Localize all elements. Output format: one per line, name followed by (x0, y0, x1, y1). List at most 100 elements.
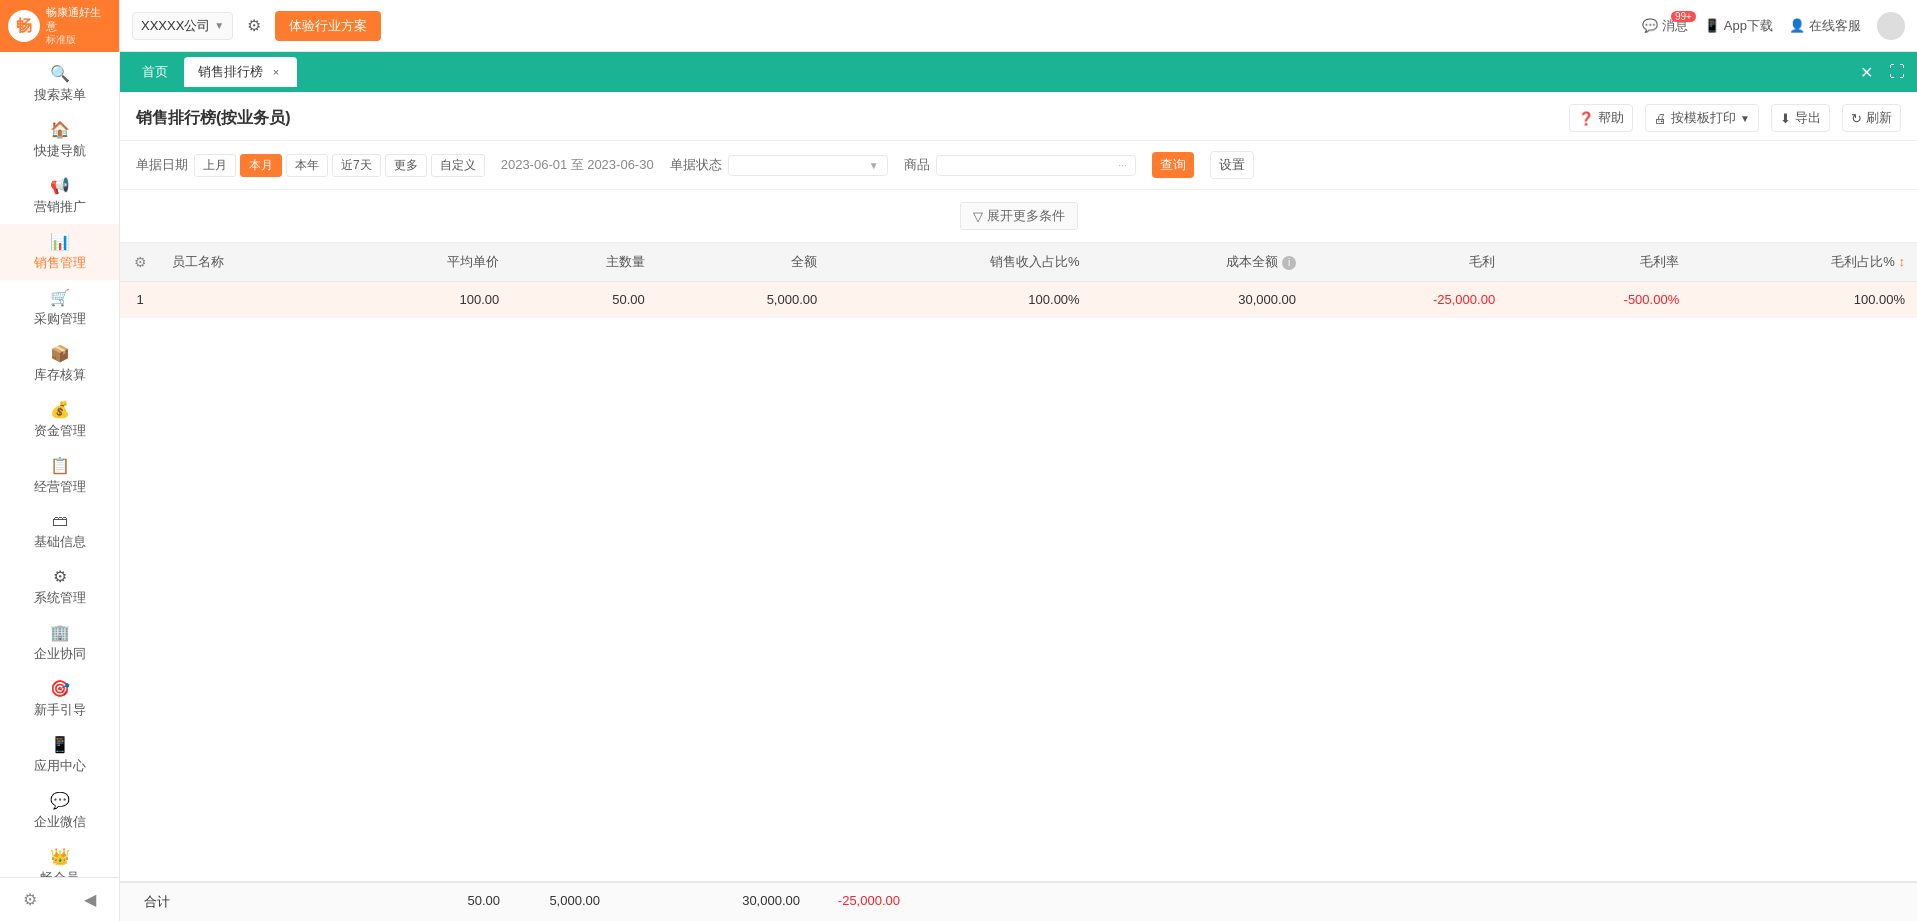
sidebar-collapse-button[interactable]: ◀ (76, 886, 104, 913)
online-service-button[interactable]: 👤 在线客服 (1789, 17, 1861, 35)
status-filter-item: 单据状态 ▼ (670, 155, 888, 176)
table-settings-icon[interactable]: ⚙ (134, 254, 147, 270)
footer-label: 合计 (132, 893, 312, 911)
sidebar-item-label: 库存核算 (34, 366, 86, 384)
finance-icon: 💰 (50, 400, 70, 419)
expand-conditions-row: ▽ 展开更多条件 (120, 190, 1917, 243)
date-range-display: 2023-06-01 至 2023-06-30 (501, 156, 654, 174)
enterprise-icon: 🏢 (50, 623, 70, 642)
refresh-label: 刷新 (1866, 109, 1892, 127)
export-button[interactable]: ⬇ 导出 (1771, 104, 1830, 132)
company-selector[interactable]: XXXXX公司 ▼ (132, 12, 233, 40)
main-area: XXXXX公司 ▼ ⚙ 体验行业方案 💬 消息 99+ 📱 App下载 👤 在线… (120, 0, 1917, 921)
sidebar-item-app-center[interactable]: 📱 应用中心 (0, 727, 119, 783)
goods-select[interactable]: ··· (936, 155, 1136, 176)
settings-icon[interactable]: ⚙ (241, 12, 267, 39)
avatar[interactable] (1877, 12, 1905, 40)
sidebar-item-operations[interactable]: 📋 经营管理 (0, 448, 119, 504)
sidebar-item-purchase[interactable]: 🛒 采购管理 (0, 280, 119, 336)
template-print-button[interactable]: 🖨 按模板打印 ▼ (1645, 104, 1759, 132)
sidebar-menu: 🔍 搜索菜单 🏠 快捷导航 📢 营销推广 📊 销售管理 🛒 采购管理 📦 库存核… (0, 52, 119, 877)
gross-pct-sort-icon[interactable]: ↕ (1899, 254, 1906, 269)
status-select-arrow-icon: ▼ (869, 160, 879, 171)
last7-btn[interactable]: 近7天 (332, 154, 381, 177)
sidebar-item-search[interactable]: 🔍 搜索菜单 (0, 56, 119, 112)
sidebar-item-label: 搜索菜单 (34, 86, 86, 104)
row-sales-pct: 100.00% (829, 282, 1091, 318)
chevron-down-icon: ▼ (214, 20, 224, 31)
sales-icon: 📊 (50, 232, 70, 251)
sidebar-item-sales[interactable]: 📊 销售管理 (0, 224, 119, 280)
page-actions: ❓ 帮助 🖨 按模板打印 ▼ ⬇ 导出 ↻ 刷新 (1569, 104, 1901, 132)
row-name (160, 282, 336, 318)
sidebar-item-basic[interactable]: 🗃 基础信息 (0, 504, 119, 559)
sidebar-item-label: 快捷导航 (34, 142, 86, 160)
sidebar-bottom: ⚙ ◀ (0, 877, 119, 921)
query-button[interactable]: 查询 (1152, 152, 1194, 178)
page: 销售排行榜(按业务员) ❓ 帮助 🖨 按模板打印 ▼ ⬇ 导出 (120, 92, 1917, 921)
last-month-btn[interactable]: 上月 (194, 154, 236, 177)
logo-icon: 畅 (8, 10, 40, 42)
sidebar-item-label: 基础信息 (34, 533, 86, 551)
date-filter-item: 单据日期 上月 本月 本年 近7天 更多 自定义 (136, 154, 485, 177)
sidebar-item-enterprise[interactable]: 🏢 企业协同 (0, 615, 119, 671)
help-button[interactable]: ❓ 帮助 (1569, 104, 1633, 132)
app-download-button[interactable]: 📱 App下载 (1704, 17, 1773, 35)
member-icon: 👑 (50, 847, 70, 866)
guide-icon: 🎯 (50, 679, 70, 698)
row-cost-total: 30,000.00 (1092, 282, 1308, 318)
tab-close-window-icon[interactable]: ✕ (1856, 59, 1877, 86)
this-year-btn[interactable]: 本年 (286, 154, 328, 177)
th-gross-pct: 毛利占比% ↕ (1691, 243, 1917, 282)
th-cost-total: 成本全额 i (1092, 243, 1308, 282)
footer-sales-pct (612, 893, 712, 911)
tab-close-icon[interactable]: × (269, 65, 283, 79)
status-select[interactable]: ▼ (728, 155, 888, 176)
sidebar-item-finance[interactable]: 💰 资金管理 (0, 392, 119, 448)
more-date-btn[interactable]: 更多 (385, 154, 427, 177)
expand-arrow-icon: ▽ (973, 209, 983, 224)
this-month-btn[interactable]: 本月 (240, 154, 282, 177)
sidebar-item-member[interactable]: 👑 畅会员 (0, 839, 119, 877)
online-service-label: 在线客服 (1809, 17, 1861, 35)
goods-filter-item: 商品 ··· (904, 155, 1136, 176)
th-settings: ⚙ (120, 243, 160, 282)
th-total: 全额 (657, 243, 829, 282)
sidebar-logo: 畅 畅康通好生意 标准版 (0, 0, 119, 52)
sidebar-item-wechat[interactable]: 💬 企业微信 (0, 783, 119, 839)
page-title: 销售排行榜(按业务员) (136, 108, 291, 129)
topbar-right: 💬 消息 99+ 📱 App下载 👤 在线客服 (1642, 12, 1905, 40)
footer-gross-pct (1012, 893, 1112, 911)
settings-button[interactable]: 设置 (1210, 151, 1254, 179)
sidebar-item-label: 新手引导 (34, 701, 86, 719)
sidebar-item-system[interactable]: ⚙ 系统管理 (0, 559, 119, 615)
sales-rank-tab-label: 销售排行榜 (198, 63, 263, 81)
row-gross-pct: 100.00% (1691, 282, 1917, 318)
refresh-button[interactable]: ↻ 刷新 (1842, 104, 1901, 132)
tab-maximize-icon[interactable]: ⛶ (1885, 59, 1909, 85)
th-gross-rate: 毛利率 (1507, 243, 1691, 282)
sidebar-item-marketing[interactable]: 📢 营销推广 (0, 168, 119, 224)
message-badge: 99+ (1671, 11, 1696, 22)
message-button[interactable]: 💬 消息 99+ (1642, 17, 1688, 35)
expand-conditions-button[interactable]: ▽ 展开更多条件 (960, 202, 1078, 230)
sidebar: 畅 畅康通好生意 标准版 🔍 搜索菜单 🏠 快捷导航 📢 营销推广 📊 销售管理… (0, 0, 120, 921)
trial-button[interactable]: 体验行业方案 (275, 11, 381, 41)
footer-cost-total: 30,000.00 (712, 893, 812, 911)
tab-home[interactable]: 首页 (128, 57, 182, 87)
print-icon: 🖨 (1654, 111, 1667, 126)
tab-sales-rank[interactable]: 销售排行榜 × (184, 57, 297, 87)
basic-icon: 🗃 (52, 512, 68, 530)
content-area: 销售排行榜(按业务员) ❓ 帮助 🖨 按模板打印 ▼ ⬇ 导出 (120, 92, 1917, 921)
table-row: 1 100.00 50.00 5,000.00 100.00% 30,000.0… (120, 282, 1917, 318)
sidebar-item-label: 企业协同 (34, 645, 86, 663)
row-main-qty: 50.00 (511, 282, 657, 318)
help-label: 帮助 (1598, 109, 1624, 127)
sidebar-settings-button[interactable]: ⚙ (15, 886, 45, 913)
sidebar-item-inventory[interactable]: 📦 库存核算 (0, 336, 119, 392)
custom-date-btn[interactable]: 自定义 (431, 154, 485, 177)
sidebar-item-guide[interactable]: 🎯 新手引导 (0, 671, 119, 727)
cost-info-icon[interactable]: i (1282, 256, 1296, 270)
date-filter-group: 上月 本月 本年 近7天 更多 自定义 (194, 154, 485, 177)
sidebar-item-quick-nav[interactable]: 🏠 快捷导航 (0, 112, 119, 168)
